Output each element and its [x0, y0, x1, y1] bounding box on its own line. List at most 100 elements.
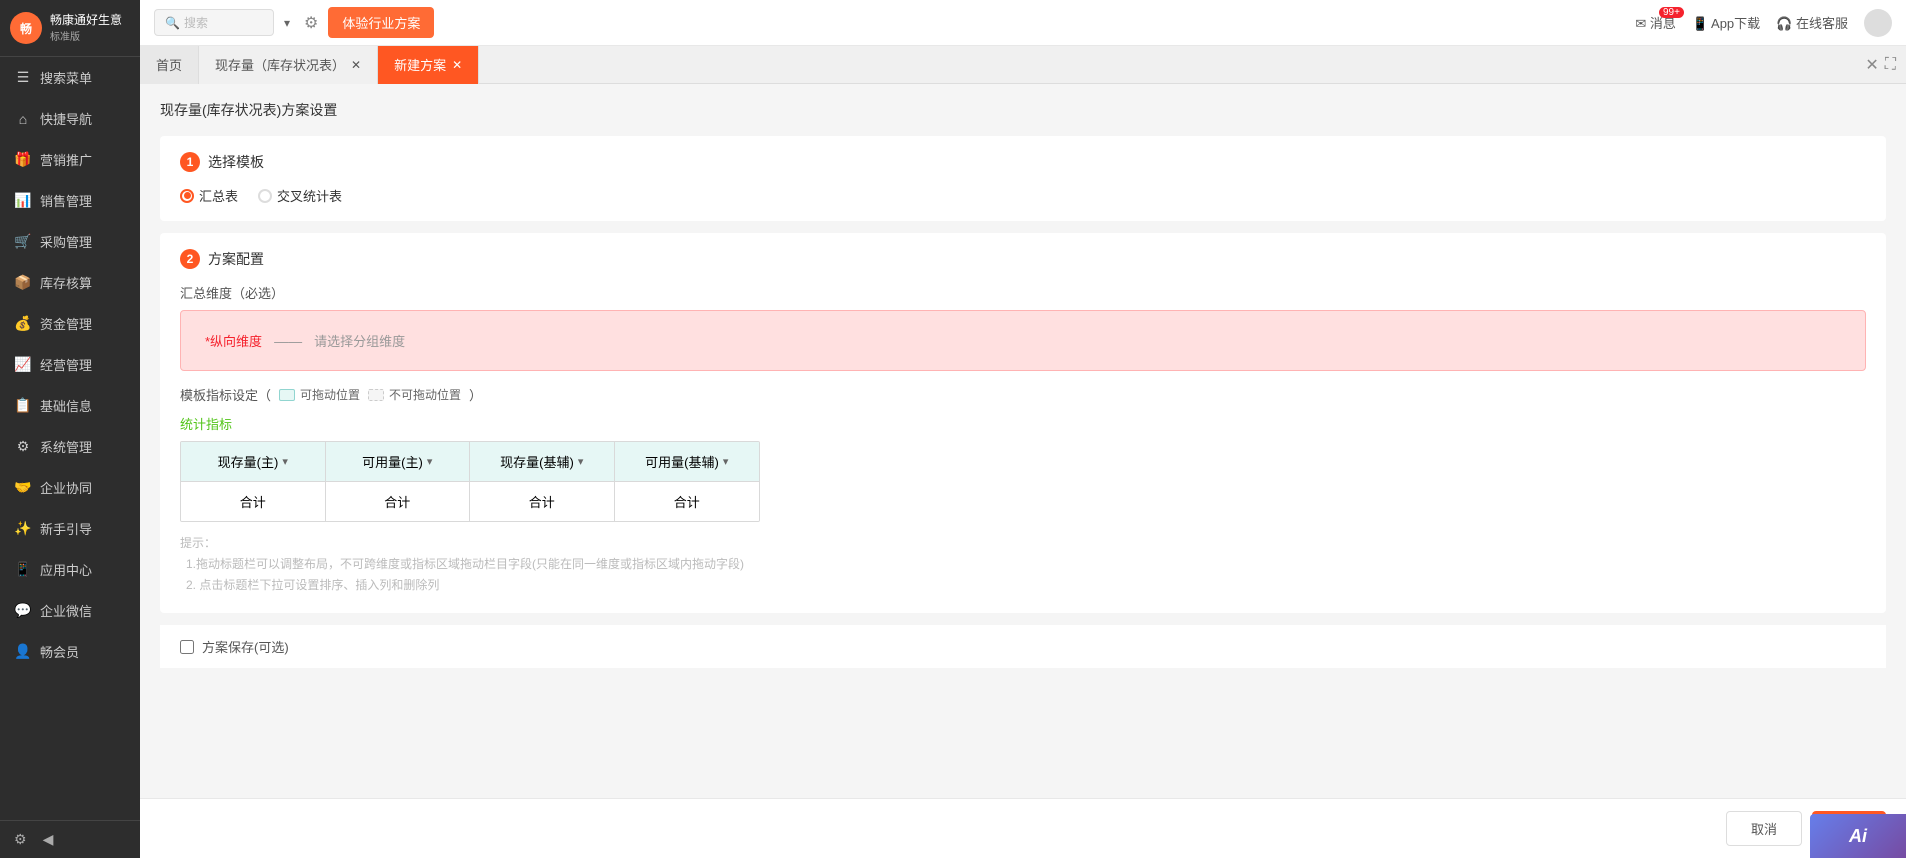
- sidebar-item-basic-info[interactable]: 📋 基础信息: [0, 385, 140, 426]
- save-option-label: 方案保存(可选): [202, 637, 289, 656]
- operations-icon: 📈: [14, 356, 32, 374]
- section-scheme-config: 2 方案配置 汇总维度（必选） *纵向维度 —— 请选择分组维度 模板指标设定（…: [160, 233, 1886, 613]
- sales-icon: 📊: [14, 192, 32, 210]
- member-icon: 👤: [14, 643, 32, 661]
- stats-label: 统计指标: [180, 414, 1866, 433]
- stats-table-body: 合计 合计 合计 合计: [181, 481, 759, 521]
- section2-header: 2 方案配置: [180, 249, 1866, 269]
- legend-fixed: 不可拖动位置: [368, 386, 461, 403]
- collapse-icon[interactable]: ◀: [43, 831, 54, 848]
- topbar-right: ✉ 消息 99+ 📱 App下载 🎧 在线客服: [1635, 9, 1892, 37]
- indicator-settings: 模板指标设定（ 可拖动位置 不可拖动位置 ） 统计指标: [180, 385, 1866, 522]
- section1-header: 1 选择模板: [180, 152, 1866, 172]
- tab-new-scheme[interactable]: 新建方案 ✕: [378, 46, 479, 84]
- sidebar-item-search-menu[interactable]: ☰ 搜索菜单: [0, 57, 140, 98]
- finance-icon: 💰: [14, 315, 32, 333]
- dimension-placeholder[interactable]: 请选择分组维度: [314, 331, 405, 350]
- radio-circle-summary: [180, 189, 194, 203]
- main-area: 🔍 搜索 ▾ ⚙ 体验行业方案 ✉ 消息 99+ 📱 App下载 🎧 在线客服: [140, 0, 1906, 858]
- sidebar-item-operations[interactable]: 📈 经营管理: [0, 344, 140, 385]
- system-icon: ⚙: [14, 438, 32, 456]
- hint2: 2. 点击标题栏下拉可设置排序、插入列和删除列: [180, 576, 1866, 593]
- basic-info-icon: 📋: [14, 397, 32, 415]
- template-radio-group: 汇总表 交叉统计表: [180, 186, 1866, 205]
- tab-close-new-scheme[interactable]: ✕: [452, 58, 462, 72]
- save-checkbox[interactable]: [180, 640, 194, 654]
- app-download-link[interactable]: 📱 App下载: [1692, 13, 1760, 32]
- dimension-label: 汇总维度（必选）: [180, 283, 1866, 302]
- new-guide-icon: ✨: [14, 520, 32, 538]
- message-icon: ✉: [1635, 16, 1646, 31]
- headset-icon: 🎧: [1776, 16, 1792, 31]
- section2-title: 方案配置: [208, 249, 264, 269]
- col3-dropdown-icon[interactable]: ▾: [578, 455, 584, 468]
- wechat-icon: 💬: [14, 602, 32, 620]
- sidebar-item-quick-nav[interactable]: ⌂ 快捷导航: [0, 98, 140, 139]
- topbar-dropdown[interactable]: ▾: [284, 16, 290, 30]
- close-tab-icon[interactable]: ✕: [1865, 55, 1878, 75]
- user-avatar[interactable]: [1864, 9, 1892, 37]
- tabbar-actions: ✕ ⛶: [1865, 55, 1906, 75]
- col1-dropdown-icon[interactable]: ▾: [282, 455, 288, 468]
- online-service-link[interactable]: 🎧 在线客服: [1776, 13, 1848, 32]
- sidebar-item-new-guide[interactable]: ✨ 新手引导: [0, 508, 140, 549]
- hint1: 1.拖动标题栏可以调整布局，不可跨维度或指标区域拖动栏目字段(只能在同一维度或指…: [180, 555, 1866, 572]
- mobile-icon: 📱: [1692, 16, 1708, 31]
- stats-body-col2: 合计: [326, 481, 471, 521]
- tab-close-inventory[interactable]: ✕: [351, 58, 361, 72]
- col4-dropdown-icon[interactable]: ▾: [723, 455, 729, 468]
- quick-nav-icon: ⌂: [14, 110, 32, 128]
- dimension-box: *纵向维度 —— 请选择分组维度: [180, 310, 1866, 371]
- sidebar-item-system[interactable]: ⚙ 系统管理: [0, 426, 140, 467]
- topbar: 🔍 搜索 ▾ ⚙ 体验行业方案 ✉ 消息 99+ 📱 App下载 🎧 在线客服: [140, 0, 1906, 46]
- sidebar-item-marketing[interactable]: 🎁 营销推广: [0, 139, 140, 180]
- expand-tab-icon[interactable]: ⛶: [1885, 56, 1896, 74]
- sidebar-bottom: ⚙ ◀: [0, 820, 140, 858]
- cooperation-icon: 🤝: [14, 479, 32, 497]
- app-center-icon: 📱: [14, 561, 32, 579]
- legend-draggable: 可拖动位置: [279, 386, 360, 403]
- section1-title: 选择模板: [208, 152, 264, 172]
- tab-inventory-status[interactable]: 现存量（库存状况表） ✕: [199, 46, 378, 84]
- stats-header-col3[interactable]: 现存量(基辅) ▾: [470, 442, 615, 481]
- marketing-icon: 🎁: [14, 151, 32, 169]
- sidebar-item-app-center[interactable]: 📱 应用中心: [0, 549, 140, 590]
- sidebar: 畅 畅康通好生意 标准版 ☰ 搜索菜单 ⌂ 快捷导航 🎁 营销推广 📊 销售管理…: [0, 0, 140, 858]
- footer: 取消 查询: [140, 798, 1906, 858]
- sidebar-item-finance[interactable]: 💰 资金管理: [0, 303, 140, 344]
- radio-cross[interactable]: 交叉统计表: [258, 186, 342, 205]
- dimension-required: *纵向维度: [205, 331, 262, 350]
- message-badge[interactable]: ✉ 消息 99+: [1635, 13, 1676, 32]
- avatar-image: [1864, 9, 1892, 37]
- search-icon: 🔍: [165, 16, 180, 30]
- settings-icon[interactable]: ⚙: [14, 831, 27, 848]
- step2-badge: 2: [180, 249, 200, 269]
- radio-summary[interactable]: 汇总表: [180, 186, 238, 205]
- brand-logo: 畅: [10, 12, 42, 44]
- draggable-indicator-box: [279, 389, 295, 401]
- hints-section: 提示： 1.拖动标题栏可以调整布局，不可跨维度或指标区域拖动栏目字段(只能在同一…: [180, 534, 1866, 593]
- sidebar-item-cooperation[interactable]: 🤝 企业协同: [0, 467, 140, 508]
- stats-header-col1[interactable]: 现存量(主) ▾: [181, 442, 326, 481]
- stats-body-col3: 合计: [470, 481, 615, 521]
- sidebar-item-member[interactable]: 👤 畅会员: [0, 631, 140, 672]
- col2-dropdown-icon[interactable]: ▾: [427, 455, 433, 468]
- purchase-icon: 🛒: [14, 233, 32, 251]
- topbar-gear-icon[interactable]: ⚙: [304, 13, 318, 33]
- sidebar-item-wechat[interactable]: 💬 企业微信: [0, 590, 140, 631]
- section-choose-template: 1 选择模板 汇总表 交叉统计表: [160, 136, 1886, 221]
- tab-home[interactable]: 首页: [140, 46, 199, 84]
- stats-header-col4[interactable]: 可用量(基辅) ▾: [615, 442, 760, 481]
- radio-circle-cross: [258, 189, 272, 203]
- page-title: 现存量(库存状况表)方案设置: [160, 100, 1886, 120]
- content-area: 现存量(库存状况表)方案设置 1 选择模板 汇总表 交叉统计表: [140, 84, 1906, 798]
- sidebar-item-inventory[interactable]: 📦 库存核算: [0, 262, 140, 303]
- trial-button[interactable]: 体验行业方案: [328, 7, 434, 38]
- ai-badge[interactable]: Ai: [1810, 814, 1906, 858]
- sidebar-item-sales[interactable]: 📊 销售管理: [0, 180, 140, 221]
- topbar-search[interactable]: 🔍 搜索: [154, 9, 274, 36]
- stats-header-col2[interactable]: 可用量(主) ▾: [326, 442, 471, 481]
- sidebar-item-purchase[interactable]: 🛒 采购管理: [0, 221, 140, 262]
- cancel-button[interactable]: 取消: [1726, 811, 1802, 846]
- inventory-icon: 📦: [14, 274, 32, 292]
